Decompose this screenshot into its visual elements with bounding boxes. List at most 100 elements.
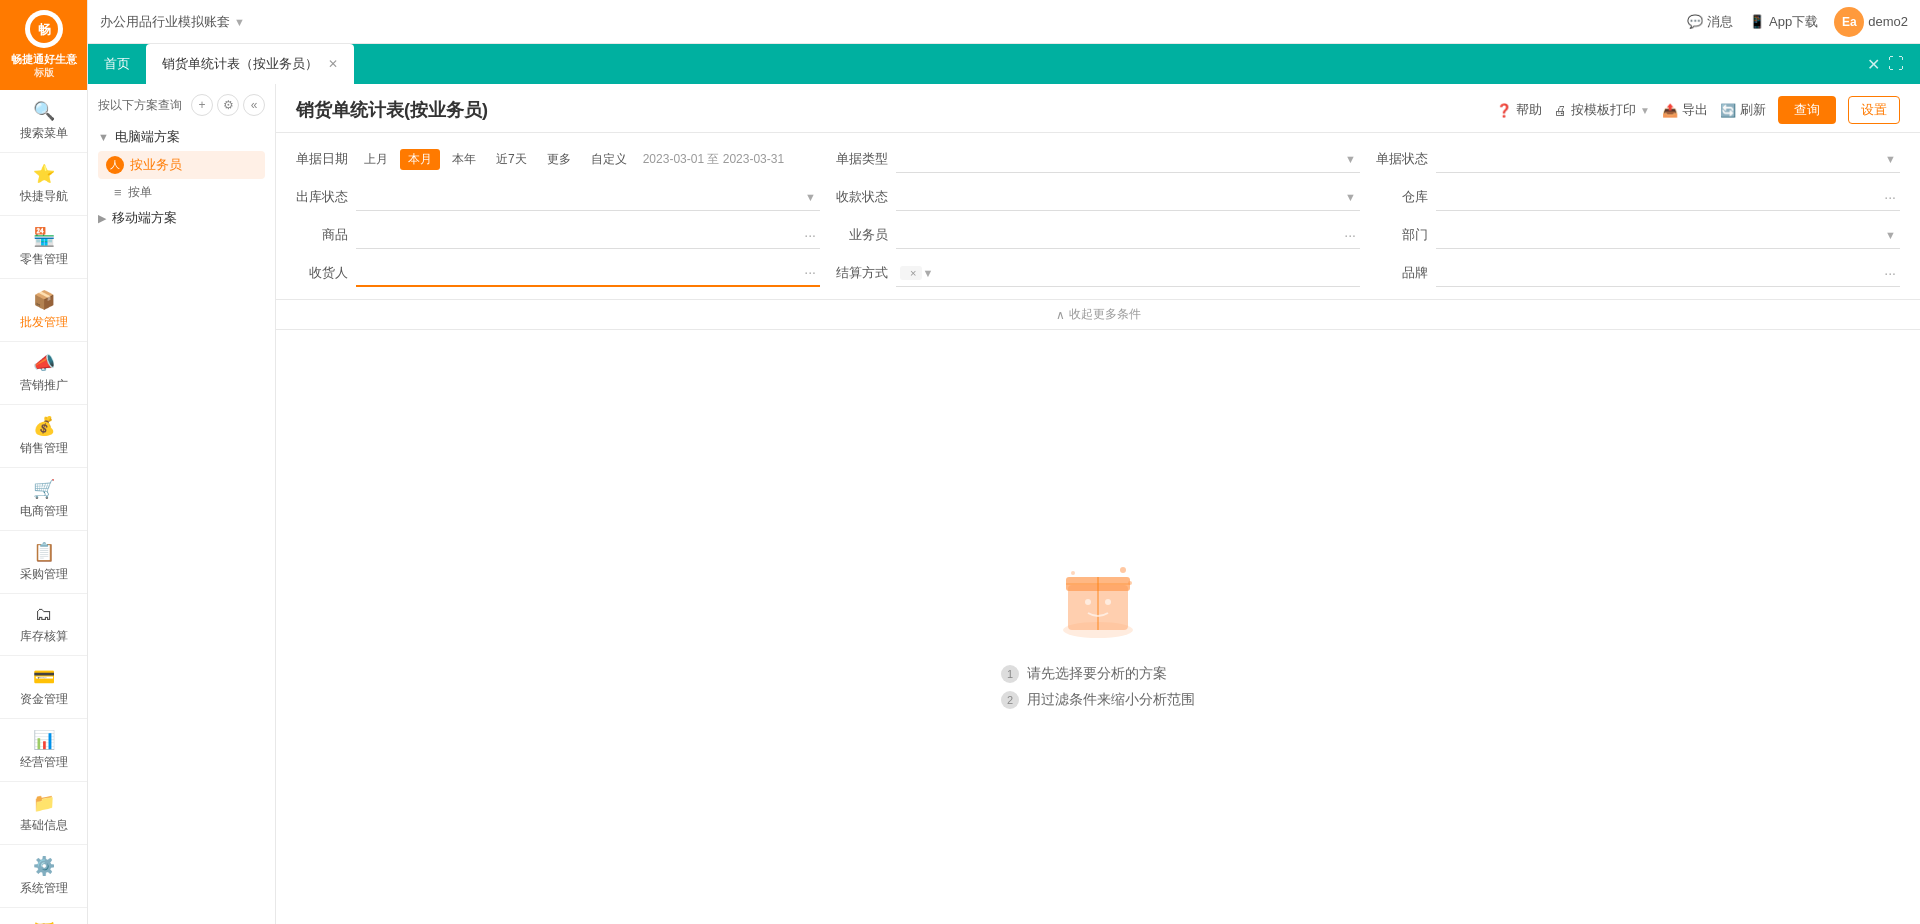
tab-home[interactable]: 首页 — [88, 44, 146, 84]
schema-item-salesman-label: 按业务员 — [130, 156, 182, 174]
sidebar-item-system[interactable]: ⚙️ 系统管理 — [0, 845, 87, 908]
sidebar-item-quick-nav[interactable]: ⭐ 快捷导航 — [0, 153, 87, 216]
sidebar-label-inventory: 库存核算 — [20, 628, 68, 645]
schema-item-by-salesman[interactable]: 人 按业务员 — [98, 151, 265, 179]
doc-status-control[interactable]: ▼ — [1436, 145, 1900, 173]
filter-salesman: 业务员 ··· — [836, 221, 1360, 249]
date-pill-this-year[interactable]: 本年 — [444, 149, 484, 170]
svg-point-11 — [1105, 599, 1111, 605]
tip-text-1: 请先选择要分析的方案 — [1027, 665, 1167, 683]
pc-group-header[interactable]: ▼ 电脑端方案 — [98, 124, 265, 150]
sidebar-item-wholesale[interactable]: 📦 批发管理 — [0, 279, 87, 342]
sidebar-item-purchase[interactable]: 📋 采购管理 — [0, 531, 87, 594]
print-dropdown-icon: ▼ — [1640, 105, 1650, 116]
print-button[interactable]: 🖨 按模板打印 ▼ — [1554, 101, 1650, 119]
sidebar-item-ecom[interactable]: 🛒 电商管理 — [0, 468, 87, 531]
svg-text:畅: 畅 — [37, 22, 50, 37]
sidebar-item-sales[interactable]: 💰 销售管理 — [0, 405, 87, 468]
svg-point-7 — [1120, 567, 1126, 573]
message-action[interactable]: 💬 消息 — [1687, 13, 1733, 31]
schema-settings-button[interactable]: ⚙ — [217, 94, 239, 116]
sidebar-label-sales: 销售管理 — [20, 440, 68, 457]
doc-status-label: 单据状态 — [1376, 150, 1428, 168]
tab-close-window-icon[interactable]: ✕ — [1867, 55, 1880, 74]
app-download-icon: 📱 — [1749, 14, 1765, 29]
schema-sub-by-order[interactable]: ≡ 按单 — [98, 180, 265, 205]
salesman-label: 业务员 — [836, 226, 888, 244]
tab-controls: ✕ ⛶ — [1851, 55, 1920, 74]
collect-status-label: 收款状态 — [836, 188, 888, 206]
print-label: 按模板打印 — [1571, 101, 1636, 119]
salesman-control[interactable]: ··· — [896, 221, 1360, 249]
salesman-schema-icon: 人 — [106, 156, 124, 174]
date-pill-more[interactable]: 更多 — [539, 149, 579, 170]
help-button[interactable]: ❓ 帮助 — [1496, 101, 1542, 119]
brand-control[interactable]: ··· — [1436, 259, 1900, 287]
date-pill-7days[interactable]: 近7天 — [488, 149, 535, 170]
export-icon: 📤 — [1662, 103, 1678, 118]
tab-sales-stat[interactable]: 销货单统计表（按业务员） ✕ — [146, 44, 354, 84]
empty-tips: 1 请先选择要分析的方案 2 用过滤条件来缩小分析范围 — [1001, 665, 1195, 709]
date-pill-custom[interactable]: 自定义 — [583, 149, 635, 170]
consignee-control[interactable]: ··· — [356, 259, 820, 287]
sidebar: 畅 畅捷通好生意 标版 🔍 搜索菜单 ⭐ 快捷导航 🏪 零售管理 📦 批发管理 … — [0, 0, 88, 924]
sidebar-item-marketing[interactable]: 📣 营销推广 — [0, 342, 87, 405]
filter-consignee: 收货人 ··· — [296, 259, 820, 287]
refresh-button[interactable]: 🔄 刷新 — [1720, 101, 1766, 119]
sidebar-item-basic[interactable]: 📁 基础信息 — [0, 782, 87, 845]
payment-tag-close[interactable]: × — [910, 267, 916, 279]
add-schema-button[interactable]: + — [191, 94, 213, 116]
mobile-group-header[interactable]: ▶ 移动端方案 — [88, 205, 275, 231]
left-panel-actions: + ⚙ « — [191, 94, 265, 116]
app-download-action[interactable]: 📱 App下载 — [1749, 13, 1818, 31]
out-status-control[interactable]: ▼ — [356, 183, 820, 211]
collapse-panel-button[interactable]: « — [243, 94, 265, 116]
message-label: 消息 — [1707, 13, 1733, 31]
goods-control[interactable]: ··· — [356, 221, 820, 249]
settings-button[interactable]: 设置 — [1848, 96, 1900, 124]
account-dropdown[interactable]: 办公用品行业模拟账套 ▼ — [100, 13, 245, 31]
sidebar-label-retail: 零售管理 — [20, 251, 68, 268]
payment-arrow: ▼ — [922, 267, 933, 279]
account-dropdown-icon: ▼ — [234, 16, 245, 28]
date-pill-last-month[interactable]: 上月 — [356, 149, 396, 170]
tab-expand-icon[interactable]: ⛶ — [1888, 55, 1904, 73]
order-sub-icon: ≡ — [114, 185, 122, 200]
sidebar-item-coop[interactable]: 🤝 企业协同 — [0, 908, 87, 924]
help-icon: ❓ — [1496, 103, 1512, 118]
export-label: 导出 — [1682, 101, 1708, 119]
date-pill-this-month[interactable]: 本月 — [400, 149, 440, 170]
doc-type-control[interactable]: ▼ — [896, 145, 1360, 173]
sidebar-label-wholesale: 批发管理 — [20, 314, 68, 331]
collapse-more[interactable]: ∧ 收起更多条件 — [276, 300, 1920, 330]
consignee-label: 收货人 — [296, 264, 348, 282]
topbar-right: 💬 消息 📱 App下载 Ea demo2 — [1687, 7, 1908, 37]
main-area: 办公用品行业模拟账套 ▼ 💬 消息 📱 App下载 Ea demo2 首页 — [88, 0, 1920, 924]
sidebar-item-retail[interactable]: 🏪 零售管理 — [0, 216, 87, 279]
collect-status-arrow: ▼ — [1345, 191, 1356, 203]
topbar: 办公用品行业模拟账套 ▼ 💬 消息 📱 App下载 Ea demo2 — [88, 0, 1920, 44]
export-button[interactable]: 📤 导出 — [1662, 101, 1708, 119]
inventory-icon: 🗂 — [35, 604, 53, 625]
sidebar-item-finance[interactable]: 💳 资金管理 — [0, 656, 87, 719]
user-avatar: Ea — [1834, 7, 1864, 37]
collapse-more-label: 收起更多条件 — [1069, 306, 1141, 323]
sidebar-item-search[interactable]: 🔍 搜索菜单 — [0, 90, 87, 153]
schema-sub-order-label: 按单 — [128, 184, 152, 201]
filter-doc-status: 单据状态 ▼ — [1376, 145, 1900, 173]
refresh-icon: 🔄 — [1720, 103, 1736, 118]
payment-control[interactable]: × ▼ — [896, 259, 1360, 287]
user-info[interactable]: Ea demo2 — [1834, 7, 1908, 37]
collect-status-control[interactable]: ▼ — [896, 183, 1360, 211]
tab-close-icon[interactable]: ✕ — [328, 57, 338, 71]
sidebar-item-inventory[interactable]: 🗂 库存核算 — [0, 594, 87, 656]
query-button[interactable]: 查询 — [1778, 96, 1836, 124]
filter-doc-type: 单据类型 ▼ — [836, 145, 1360, 173]
dept-control[interactable]: ▼ — [1436, 221, 1900, 249]
marketing-icon: 📣 — [33, 352, 55, 374]
warehouse-control[interactable]: ··· — [1436, 183, 1900, 211]
brand-label: 品牌 — [1376, 264, 1428, 282]
sidebar-label-basic: 基础信息 — [20, 817, 68, 834]
account-name: 办公用品行业模拟账套 — [100, 13, 230, 31]
sidebar-item-operation[interactable]: 📊 经营管理 — [0, 719, 87, 782]
